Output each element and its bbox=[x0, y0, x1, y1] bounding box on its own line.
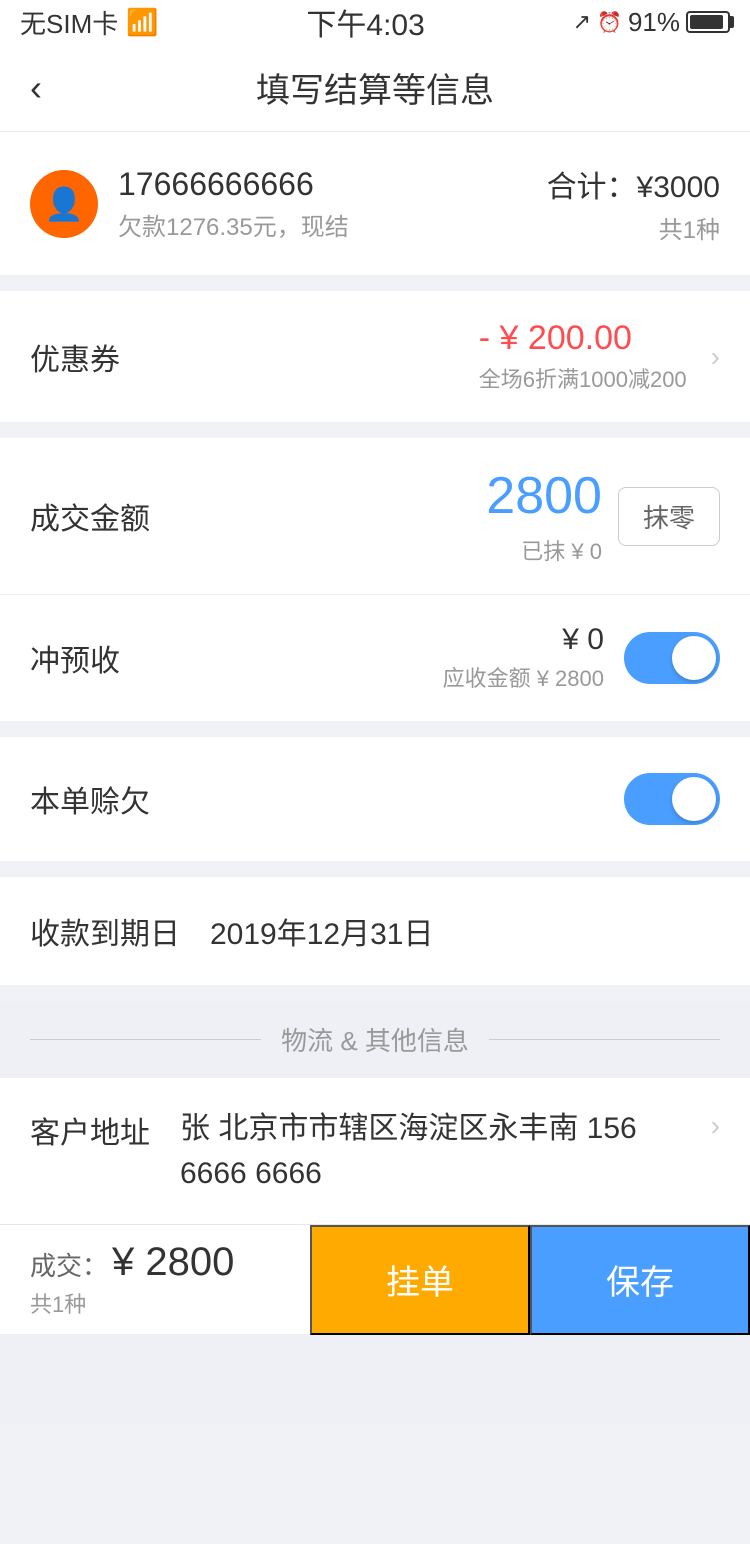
toggle-knob bbox=[672, 636, 716, 680]
total-count: 共1种 bbox=[547, 210, 720, 245]
bottom-count: 共1种 bbox=[30, 1287, 280, 1319]
coupon-right: - ¥ 200.00 全场6折满1000减200 › bbox=[479, 319, 720, 394]
customer-card: 👤 17666666666 欠款1276.35元，现结 合计：¥3000 共1种 bbox=[0, 132, 750, 275]
bottom-bar: 成交： ¥ 2800 共1种 挂单 保存 bbox=[0, 1224, 750, 1334]
advance-amount-group: ¥ 0 应收金额 ¥ 2800 bbox=[443, 623, 604, 693]
wifi-icon: 📶 bbox=[126, 7, 158, 38]
avatar-icon: 👤 bbox=[44, 185, 84, 223]
status-right: ↗ ⏰ 91% bbox=[573, 7, 730, 38]
coupon-label: 优惠券 bbox=[30, 335, 120, 379]
address-label: 客户地址 bbox=[30, 1108, 150, 1152]
advance-label: 冲预收 bbox=[30, 636, 120, 680]
battery-text: 91% bbox=[628, 7, 680, 38]
address-chevron: › bbox=[711, 1110, 720, 1142]
advance-right: ¥ 0 应收金额 ¥ 2800 bbox=[443, 623, 720, 693]
customer-info: 17666666666 欠款1276.35元，现结 bbox=[118, 166, 349, 242]
round-button[interactable]: 抹零 bbox=[618, 487, 720, 546]
debt-row: 本单赊欠 bbox=[0, 737, 750, 861]
divider-line-left bbox=[30, 1039, 261, 1040]
coupon-chevron: › bbox=[711, 341, 720, 373]
customer-phone: 17666666666 bbox=[118, 166, 349, 203]
advance-row: 冲预收 ¥ 0 应收金额 ¥ 2800 bbox=[0, 594, 750, 721]
coupon-amount: - ¥ 200.00 bbox=[479, 319, 687, 358]
alarm-icon: ⏰ bbox=[597, 10, 622, 35]
date-row: 收款到期日 2019年12月31日 bbox=[0, 877, 750, 985]
carrier-text: 无SIM卡 bbox=[20, 4, 118, 41]
divider-text: 物流 & 其他信息 bbox=[261, 1021, 489, 1058]
coupon-amount-group: - ¥ 200.00 全场6折满1000减200 bbox=[479, 319, 687, 394]
bottom-deal-row: 成交： ¥ 2800 bbox=[30, 1240, 280, 1285]
amount-row: 成交金额 2800 已抹 ¥ 0 抹零 bbox=[0, 438, 750, 594]
date-value: 2019年12月31日 bbox=[210, 909, 433, 953]
battery-icon bbox=[686, 11, 730, 33]
coupon-desc: 全场6折满1000减200 bbox=[479, 362, 687, 394]
status-bar: 无SIM卡 📶 下午4:03 ↗ ⏰ 91% bbox=[0, 0, 750, 44]
amount-sub: 已抹 ¥ 0 bbox=[521, 534, 602, 566]
divider-line-right bbox=[489, 1039, 720, 1040]
hang-button[interactable]: 挂单 bbox=[310, 1225, 530, 1335]
amount-label: 成交金额 bbox=[30, 494, 150, 538]
debt-label: 本单赊欠 bbox=[30, 777, 150, 821]
coupon-section: 优惠券 - ¥ 200.00 全场6折满1000减200 › bbox=[0, 291, 750, 422]
address-row[interactable]: 客户地址 张 北京市市辖区海淀区永丰南 156 6666 6666 › bbox=[0, 1078, 750, 1224]
page-title: 填写结算等信息 bbox=[256, 63, 494, 112]
save-button[interactable]: 保存 bbox=[530, 1225, 750, 1335]
amount-section: 成交金额 2800 已抹 ¥ 0 抹零 冲预收 ¥ 0 应收金额 ¥ 2800 bbox=[0, 438, 750, 721]
amount-row-right: 2800 已抹 ¥ 0 抹零 bbox=[486, 466, 720, 566]
bottom-deal-label: 成交： bbox=[30, 1246, 108, 1283]
address-content: 张 北京市市辖区海淀区永丰南 156 6666 6666 bbox=[180, 1106, 711, 1196]
advance-sub: 应收金额 ¥ 2800 bbox=[443, 661, 604, 693]
bottom-summary: 成交： ¥ 2800 共1种 bbox=[0, 1240, 310, 1319]
divider-section: 物流 & 其他信息 bbox=[0, 1001, 750, 1078]
advance-amount: ¥ 0 bbox=[443, 623, 604, 657]
back-button[interactable]: ‹ bbox=[20, 57, 52, 119]
debt-toggle-knob bbox=[672, 777, 716, 821]
date-label: 收款到期日 bbox=[30, 909, 180, 953]
avatar: 👤 bbox=[30, 170, 98, 238]
nav-bar: ‹ 填写结算等信息 bbox=[0, 44, 750, 132]
debt-toggle[interactable] bbox=[624, 773, 720, 825]
advance-toggle[interactable] bbox=[624, 632, 720, 684]
bottom-deal-amount: ¥ 2800 bbox=[112, 1240, 234, 1285]
total-amount: 合计：¥3000 bbox=[547, 162, 720, 206]
customer-left: 👤 17666666666 欠款1276.35元，现结 bbox=[30, 166, 349, 242]
amount-value: 2800 bbox=[486, 466, 602, 526]
customer-right: 合计：¥3000 共1种 bbox=[547, 162, 720, 245]
customer-debt: 欠款1276.35元，现结 bbox=[118, 207, 349, 242]
status-time: 下午4:03 bbox=[306, 0, 424, 44]
coupon-row[interactable]: 优惠券 - ¥ 200.00 全场6折满1000减200 › bbox=[0, 291, 750, 422]
amount-group: 2800 已抹 ¥ 0 bbox=[486, 466, 602, 566]
location-icon: ↗ bbox=[573, 9, 591, 35]
status-left: 无SIM卡 📶 bbox=[20, 4, 159, 41]
